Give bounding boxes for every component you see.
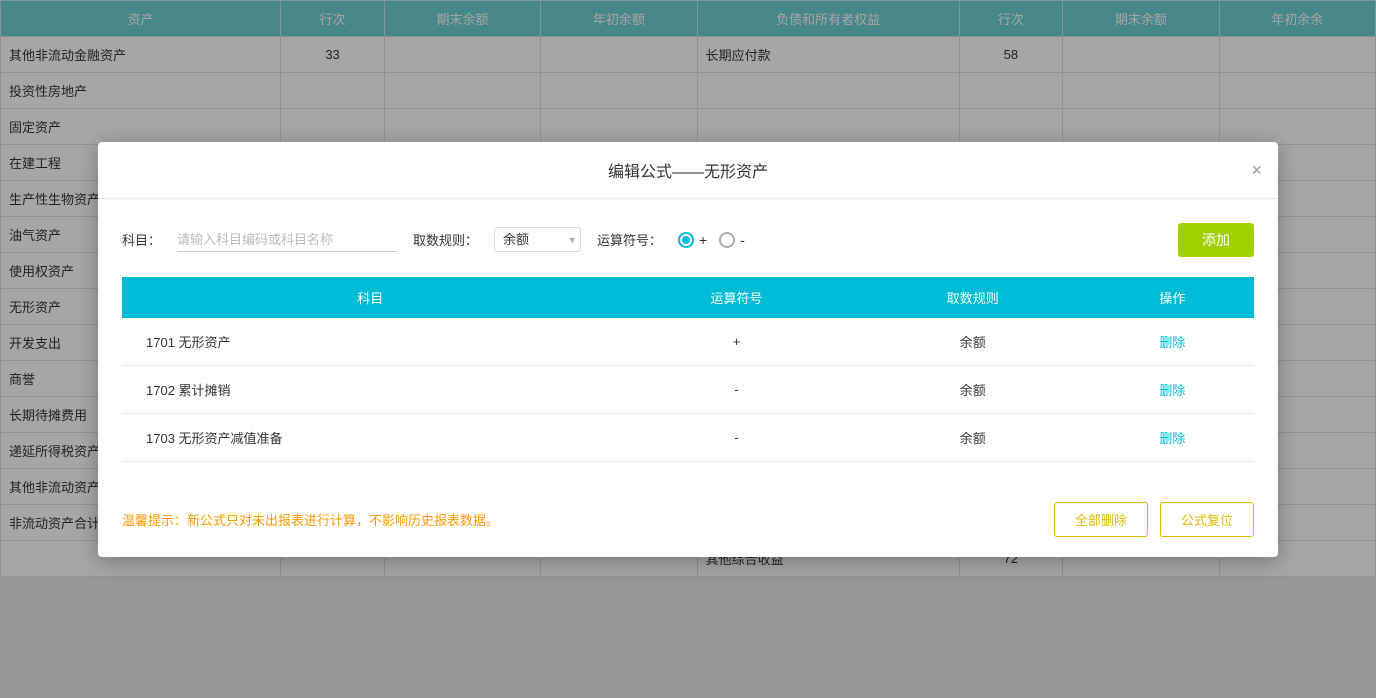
table-row: 1703 无形资产减值准备-余额 删除: [122, 413, 1254, 461]
cell-subject: 1701 无形资产: [122, 318, 618, 366]
delete-row-button[interactable]: 删除: [1159, 428, 1185, 447]
cell-rule: 余额: [855, 365, 1091, 413]
operator-minus-label: -: [740, 232, 745, 248]
modal-header: 编辑公式——无形资产 ×: [98, 142, 1278, 199]
operator-label: 运算符号：: [597, 230, 662, 249]
table-header-subject: 科目: [122, 277, 618, 318]
subject-label: 科目：: [122, 230, 161, 249]
footer-tip: 温馨提示：新公式只对未出报表进行计算，不影响历史报表数据。: [122, 510, 499, 529]
table-header-rule: 取数规则: [855, 277, 1091, 318]
delete-all-button[interactable]: 全部删除: [1054, 502, 1148, 537]
cell-subject: 1702 累计摊销: [122, 365, 618, 413]
formula-reset-button[interactable]: 公式复位: [1160, 502, 1254, 537]
cell-action: 删除: [1091, 413, 1254, 461]
delete-row-button[interactable]: 删除: [1159, 380, 1185, 399]
operator-plus-label: +: [699, 232, 707, 248]
modal-overlay: 编辑公式——无形资产 × 科目： 取数规则： 余额 借方 贷方 借方累计 贷方累…: [0, 0, 1376, 698]
table-row: 1702 累计摊销-余额 删除: [122, 365, 1254, 413]
modal-close-button[interactable]: ×: [1251, 161, 1262, 179]
edit-formula-modal: 编辑公式——无形资产 × 科目： 取数规则： 余额 借方 贷方 借方累计 贷方累…: [98, 142, 1278, 557]
subject-input[interactable]: [177, 228, 397, 252]
radio-minus-circle: [719, 232, 735, 248]
cell-subject: 1703 无形资产减值准备: [122, 413, 618, 461]
rule-select[interactable]: 余额 借方 贷方 借方累计 贷方累计: [494, 227, 581, 252]
cell-action: 删除: [1091, 365, 1254, 413]
delete-row-button[interactable]: 删除: [1159, 332, 1185, 351]
operator-plus-radio[interactable]: +: [678, 232, 707, 248]
table-row: 1701 无形资产+余额 删除: [122, 318, 1254, 366]
cell-operator: +: [618, 318, 854, 366]
cell-operator: -: [618, 413, 854, 461]
modal-body: 科目： 取数规则： 余额 借方 贷方 借方累计 贷方累计 运算符号：: [98, 199, 1278, 486]
operator-minus-radio[interactable]: -: [719, 232, 745, 248]
radio-plus-circle: [678, 232, 694, 248]
cell-rule: 余额: [855, 318, 1091, 366]
modal-footer: 温馨提示：新公式只对未出报表进行计算，不影响历史报表数据。 全部删除 公式复位: [98, 486, 1278, 557]
cell-rule: 余额: [855, 413, 1091, 461]
table-header-action: 操作: [1091, 277, 1254, 318]
operator-group: + -: [678, 232, 745, 248]
footer-buttons: 全部删除 公式复位: [1054, 502, 1254, 537]
table-header-operator: 运算符号: [618, 277, 854, 318]
rule-label: 取数规则：: [413, 230, 478, 249]
cell-operator: -: [618, 365, 854, 413]
modal-title: 编辑公式——无形资产: [608, 164, 768, 181]
formula-table: 科目 运算符号 取数规则 操作 1701 无形资产+余额删除1702 累计摊销-…: [122, 277, 1254, 462]
cell-action: 删除: [1091, 318, 1254, 366]
formula-form: 科目： 取数规则： 余额 借方 贷方 借方累计 贷方累计 运算符号：: [122, 223, 1254, 257]
add-button[interactable]: 添加: [1178, 223, 1254, 257]
rule-select-wrapper: 余额 借方 贷方 借方累计 贷方累计: [494, 227, 581, 252]
